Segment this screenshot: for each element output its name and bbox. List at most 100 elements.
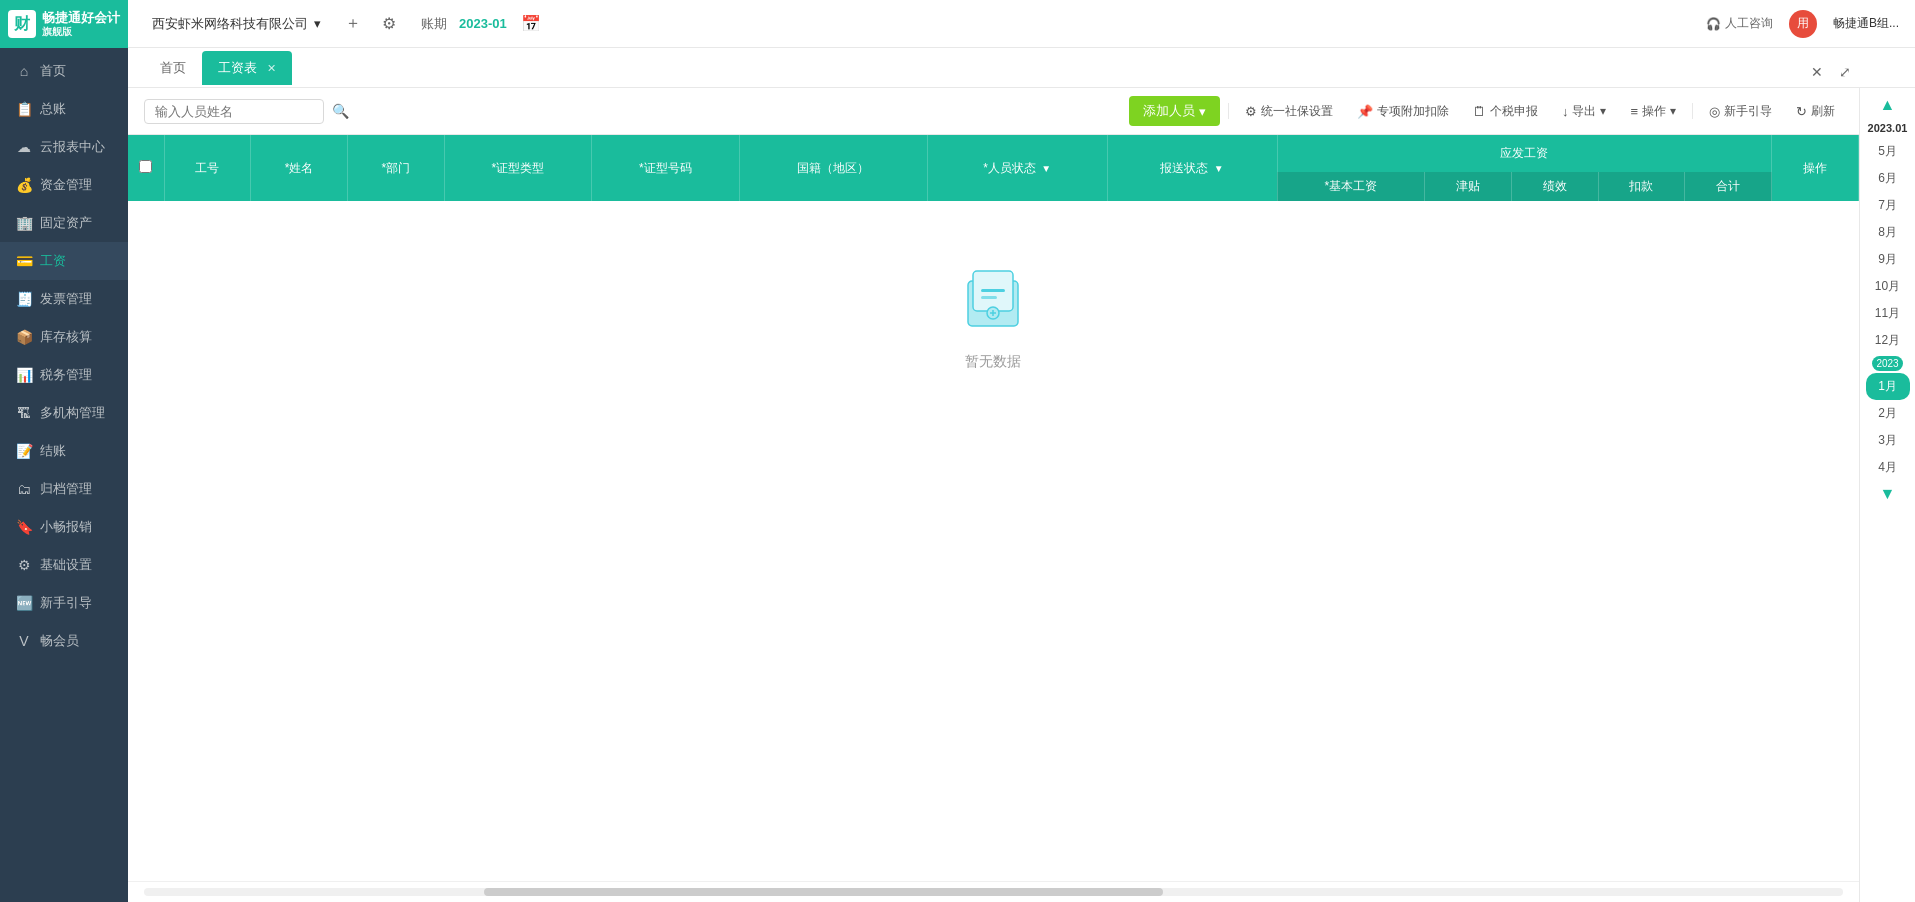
th-checkbox[interactable]: [128, 135, 164, 201]
search-input[interactable]: [144, 99, 324, 124]
inventory-icon: 📦: [16, 329, 32, 345]
operations-btn[interactable]: ≡ 操作 ▾: [1622, 99, 1684, 124]
tab-home-label: 首页: [160, 60, 186, 75]
invoice-icon: 🧾: [16, 291, 32, 307]
add-company-btn[interactable]: ＋: [341, 12, 365, 36]
sidebar-label-archive: 归档管理: [40, 480, 92, 498]
month-5-2022[interactable]: 5月: [1866, 138, 1910, 165]
th-report-status[interactable]: 报送状态 ▼: [1107, 135, 1277, 201]
new-guide-icon: ◎: [1709, 104, 1720, 119]
month-9-2022[interactable]: 9月: [1866, 246, 1910, 273]
month-6-2022[interactable]: 6月: [1866, 165, 1910, 192]
sidebar-label-payroll: 工资: [40, 252, 66, 270]
close-window-btn[interactable]: ✕: [1807, 62, 1827, 82]
sidebar-item-multi-org[interactable]: 🏗 多机构管理: [0, 394, 128, 432]
settings-btn[interactable]: ⚙: [377, 12, 401, 36]
empty-state: 暂无数据: [128, 201, 1859, 431]
sidebar-item-archive[interactable]: 🗂 归档管理: [0, 470, 128, 508]
tab-payroll-label: 工资表: [218, 60, 257, 75]
sidebar-item-ledger[interactable]: 📋 总账: [0, 90, 128, 128]
social-security-btn[interactable]: ⚙ 统一社保设置: [1237, 99, 1341, 124]
th-performance: 绩效: [1511, 172, 1598, 201]
calendar-btn[interactable]: 📅: [519, 12, 543, 36]
close-period-icon: 📝: [16, 443, 32, 459]
multi-org-icon: 🏗: [16, 405, 32, 421]
th-total: 合计: [1685, 172, 1772, 201]
table-body: 暂无数据: [128, 201, 1859, 431]
scroll-track[interactable]: [144, 888, 1843, 896]
scroll-thumb[interactable]: [484, 888, 1164, 896]
tax-report-label: 个税申报: [1490, 103, 1538, 120]
sidebar-nav: ⌂ 首页 📋 总账 ☁ 云报表中心 💰 资金管理 🏢 固定资产 💳 工资 🧾 发…: [0, 48, 128, 902]
current-period-header: 2023.01: [1868, 118, 1908, 138]
maximize-window-btn[interactable]: ⤢: [1835, 62, 1855, 82]
assets-icon: 🏢: [16, 215, 32, 231]
payroll-icon: 💳: [16, 253, 32, 269]
app-logo: 财 畅捷通好会计 旗舰版: [0, 0, 128, 48]
sidebar-item-tax[interactable]: 📊 税务管理: [0, 356, 128, 394]
sidebar-item-inventory[interactable]: 📦 库存核算: [0, 318, 128, 356]
sidebar-item-member[interactable]: V 畅会员: [0, 622, 128, 660]
month-12-2022[interactable]: 12月: [1866, 327, 1910, 354]
sidebar-item-payroll[interactable]: 💳 工资: [0, 242, 128, 280]
special-deduction-btn[interactable]: 📌 专项附加扣除: [1349, 99, 1457, 124]
panel-scroll-down[interactable]: ▼: [1876, 481, 1900, 507]
th-base-salary: *基本工资: [1277, 172, 1424, 201]
sidebar-label-multi-org: 多机构管理: [40, 404, 105, 422]
refresh-btn[interactable]: ↻ 刷新: [1788, 99, 1843, 124]
toolbar-right: 添加人员 ▾ ⚙ 统一社保设置 📌 专项附加扣除 🗒 个税申报: [1129, 96, 1843, 126]
month-2-2023[interactable]: 2月: [1866, 400, 1910, 427]
new-guide-btn[interactable]: ◎ 新手引导: [1701, 99, 1780, 124]
tab-close-icon[interactable]: ✕: [267, 62, 276, 74]
th-payroll-group: 应发工资: [1277, 135, 1772, 172]
operations-dropdown-icon: ▾: [1670, 104, 1676, 118]
sidebar-item-settings[interactable]: ⚙ 基础设置: [0, 546, 128, 584]
app-edition: 旗舰版: [42, 26, 120, 38]
sidebar-label-home: 首页: [40, 62, 66, 80]
th-status[interactable]: *人员状态 ▼: [927, 135, 1107, 201]
support-btn[interactable]: 🎧 人工咨询: [1706, 15, 1773, 32]
status-filter-icon: ▼: [1041, 163, 1051, 174]
add-person-btn[interactable]: 添加人员 ▾: [1129, 96, 1220, 126]
tab-home[interactable]: 首页: [144, 51, 202, 85]
month-7-2022[interactable]: 7月: [1866, 192, 1910, 219]
month-4-2023[interactable]: 4月: [1866, 454, 1910, 481]
sidebar-item-invoice[interactable]: 🧾 发票管理: [0, 280, 128, 318]
th-nationality: 国籍（地区）: [739, 135, 927, 201]
sidebar-label-settings: 基础设置: [40, 556, 92, 574]
sidebar-item-guide[interactable]: 🆕 新手引导: [0, 584, 128, 622]
month-3-2023[interactable]: 3月: [1866, 427, 1910, 454]
report-icon: ☁: [16, 139, 32, 155]
report-filter-icon: ▼: [1214, 163, 1224, 174]
svg-rect-3: [981, 296, 997, 299]
user-avatar: 用: [1789, 10, 1817, 38]
th-actions: 操作: [1772, 135, 1859, 201]
sidebar-label-assets: 固定资产: [40, 214, 92, 232]
sidebar-label-fund: 资金管理: [40, 176, 92, 194]
period-label: 账期: [421, 15, 447, 33]
period-value[interactable]: 2023-01: [459, 16, 507, 31]
company-selector[interactable]: 西安虾米网络科技有限公司 ▾: [144, 11, 329, 37]
select-all-checkbox[interactable]: [139, 160, 152, 173]
content-area: 🔍 添加人员 ▾ ⚙ 统一社保设置 📌 专项附加扣除: [128, 88, 1859, 902]
month-10-2022[interactable]: 10月: [1866, 273, 1910, 300]
sidebar-item-report[interactable]: ☁ 云报表中心: [0, 128, 128, 166]
th-department: *部门: [347, 135, 444, 201]
new-guide-label: 新手引导: [1724, 103, 1772, 120]
tab-payroll[interactable]: 工资表 ✕: [202, 51, 292, 85]
month-11-2022[interactable]: 11月: [1866, 300, 1910, 327]
sidebar-item-expense[interactable]: 🔖 小畅报销: [0, 508, 128, 546]
month-8-2022[interactable]: 8月: [1866, 219, 1910, 246]
tax-report-btn[interactable]: 🗒 个税申报: [1465, 99, 1546, 124]
operations-label: 操作: [1642, 103, 1666, 120]
app-name: 畅捷通好会计: [42, 10, 120, 26]
sidebar-item-close[interactable]: 📝 结账: [0, 432, 128, 470]
month-1-2023[interactable]: 1月: [1866, 373, 1910, 400]
sidebar-item-fund[interactable]: 💰 资金管理: [0, 166, 128, 204]
sidebar-item-assets[interactable]: 🏢 固定资产: [0, 204, 128, 242]
divider-2: [1692, 103, 1693, 119]
th-name: *姓名: [251, 135, 348, 201]
panel-scroll-up[interactable]: ▲: [1876, 92, 1900, 118]
sidebar-item-home[interactable]: ⌂ 首页: [0, 52, 128, 90]
export-btn[interactable]: ↓ 导出 ▾: [1554, 99, 1615, 124]
